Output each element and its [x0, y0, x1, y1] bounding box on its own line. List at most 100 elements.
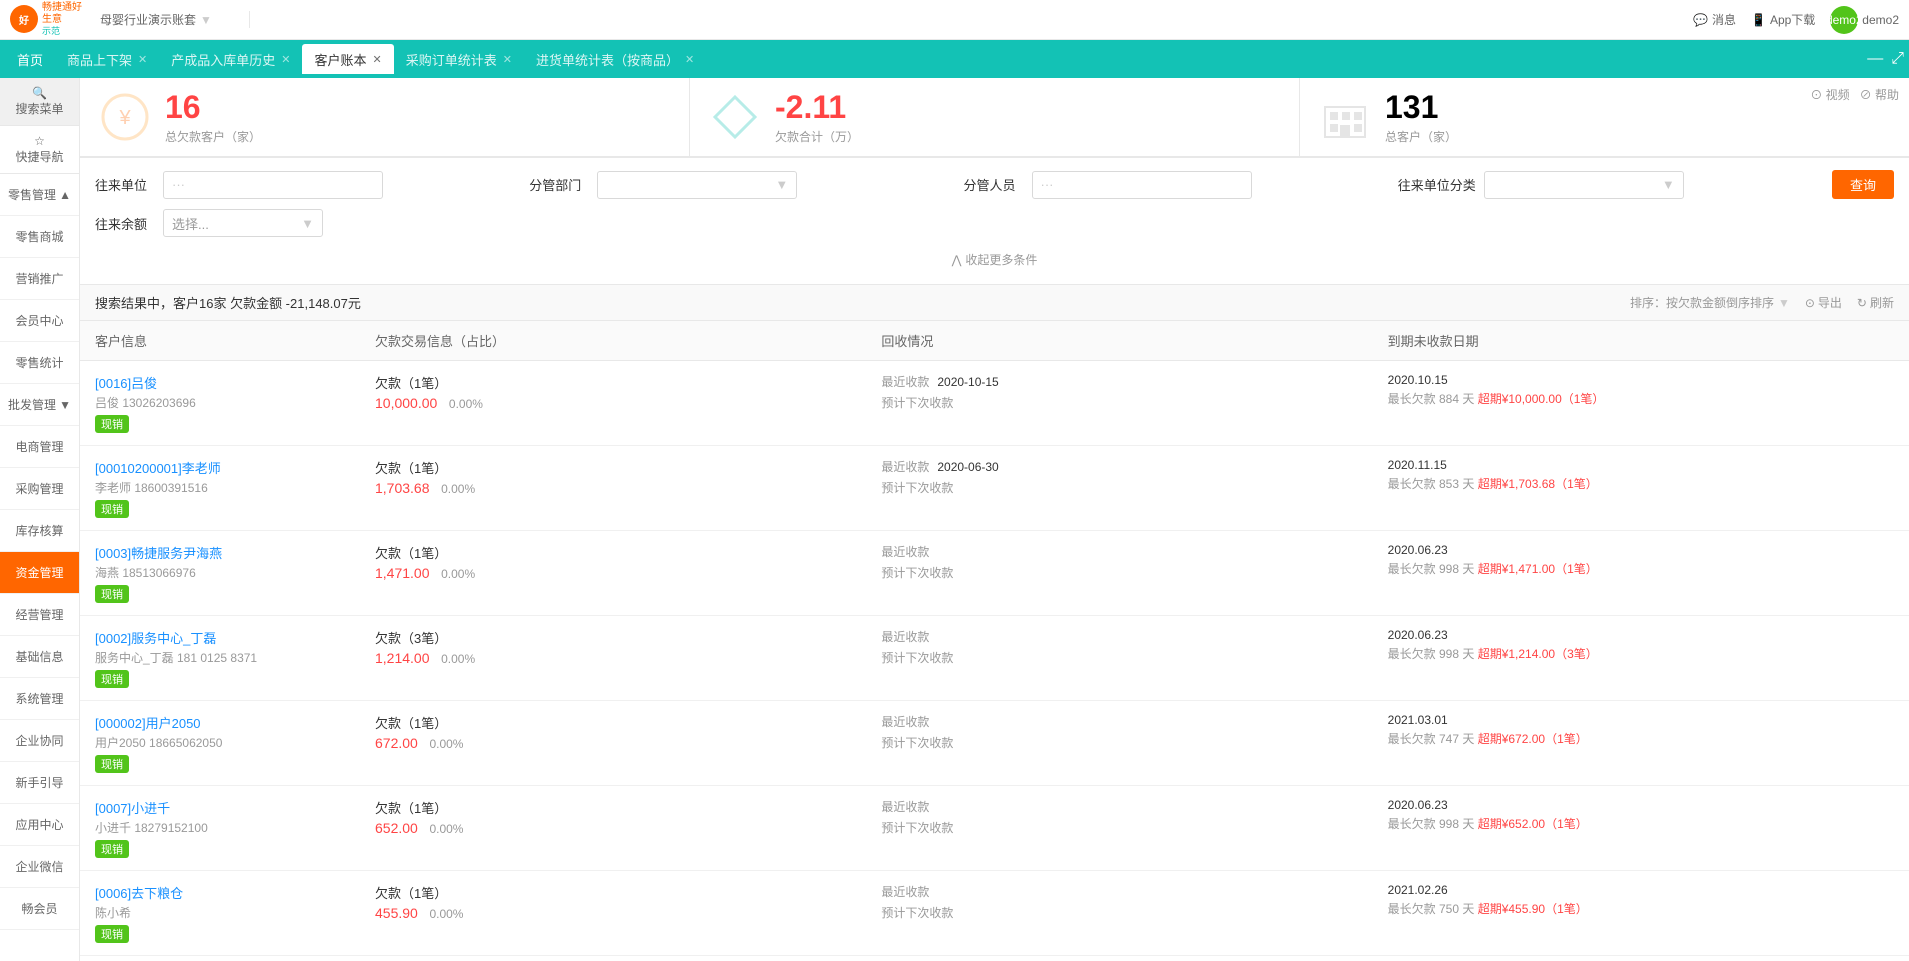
sidebar-item-marketing[interactable]: 营销推广 — [0, 258, 79, 300]
customer-name-link-3[interactable]: [0002]服务中心_丁磊 — [95, 631, 216, 646]
sidebar-item-ops-mgmt[interactable]: 经营管理 — [0, 594, 79, 636]
tab-inventory-stats[interactable]: 进货单统计表（按商品） ✕ — [524, 44, 706, 74]
close-tab-customer-account[interactable]: ✕ — [373, 53, 382, 66]
message-btn[interactable]: 💬 消息 — [1693, 11, 1736, 28]
tab-production[interactable]: 产成品入库单历史 ✕ — [159, 44, 302, 74]
filter-input-department[interactable]: ▼ — [597, 171, 797, 199]
search-menu-btn[interactable]: 🔍 搜索菜单 — [0, 78, 79, 126]
overdue-info-1: 2020.11.15 最长欠款 853 天 超期¥1,703.68（1笔） — [1388, 458, 1894, 492]
overdue-amount-link-3[interactable]: 超期¥1,214.00（3笔） — [1478, 647, 1598, 661]
overdue-amount-link-4[interactable]: 超期¥672.00（1笔） — [1478, 732, 1588, 746]
stats-panel: ¥ 16 总欠款客户（家） -2.11 欠款合计（万） ⊙ 视频 — [80, 78, 1909, 158]
query-button[interactable]: 查询 — [1832, 170, 1894, 199]
customer-name-link-5[interactable]: [0007]小进千 — [95, 801, 170, 816]
sort-selector[interactable]: 排序：按欠款金额倒序排序 ▼ — [1630, 294, 1790, 311]
close-tab-purchase-order[interactable]: ✕ — [503, 53, 512, 66]
tab-products[interactable]: 商品上下架 ✕ — [55, 44, 159, 74]
quick-nav-btn[interactable]: ☆ 快捷导航 — [0, 126, 79, 174]
sidebar-item-retail-mall[interactable]: 零售商城 — [0, 216, 79, 258]
sidebar-item-app-center[interactable]: 应用中心 — [0, 804, 79, 846]
sidebar-item-basic-info[interactable]: 基础信息 — [0, 636, 79, 678]
sidebar: 🔍 搜索菜单 ☆ 快捷导航 零售管理 ▲ 零售商城 营销推广 会员中心 零售统计… — [0, 78, 80, 961]
debt-info-4: 欠款（1笔） 672.00 0.00% — [375, 713, 881, 751]
help-link[interactable]: ⊘ 帮助 — [1860, 86, 1899, 103]
tab-customer-account[interactable]: 客户账本 ✕ — [302, 44, 393, 74]
overdue-amount-link-2[interactable]: 超期¥1,471.00（1笔） — [1478, 562, 1598, 576]
company-selector[interactable]: 母婴行业演示账套 ▼ — [90, 11, 250, 28]
tab-bar-right: — ⤢ — [1867, 50, 1904, 68]
col-header-debt-trans-info: 欠款交易信息（占比） — [375, 331, 881, 350]
debt-amount-6: 455.90 — [375, 905, 418, 921]
sidebar-item-system-mgmt[interactable]: 系统管理 — [0, 678, 79, 720]
sidebar-item-retail-mgmt[interactable]: 零售管理 ▲ — [0, 174, 79, 216]
close-tab-products[interactable]: ✕ — [138, 53, 147, 66]
recovery-info-6: 最近收款 预计下次收款 — [881, 883, 1387, 921]
debt-info-1: 欠款（1笔） 1,703.68 0.00% — [375, 458, 881, 496]
sidebar-item-beginner-guide[interactable]: 新手引导 — [0, 762, 79, 804]
minimize-icon[interactable]: — — [1867, 50, 1883, 68]
debt-info-2: 欠款（1笔） 1,471.00 0.00% — [375, 543, 881, 581]
data-table: 客户信息 欠款交易信息（占比） 回收情况 到期未收款日期 [0016]吕俊 吕俊… — [80, 321, 1909, 961]
customer-name-link-0016[interactable]: [0016]吕俊 — [95, 376, 157, 391]
debt-info-3: 欠款（3笔） 1,214.00 0.00% — [375, 628, 881, 666]
debt-amount-2: 1,471.00 — [375, 565, 430, 581]
debt-count-3: 欠款（3笔） — [375, 628, 881, 647]
stat-number-debt-customers: 16 — [165, 89, 261, 126]
result-actions: 排序：按欠款金额倒序排序 ▼ ⊙ 导出 ↻ 刷新 — [1630, 294, 1894, 311]
filter-manager: 分管人员 ··· — [964, 171, 1383, 199]
contact-2: 海燕 18513066976 — [95, 564, 375, 581]
customer-name-link-6[interactable]: [0006]去下粮仓 — [95, 886, 183, 901]
overdue-amount-link-6[interactable]: 超期¥455.90（1笔） — [1478, 902, 1588, 916]
filter-row-1: 往来单位 ··· 分管部门 ▼ 分管人员 ··· — [95, 170, 1894, 199]
overdue-info-0016: 2020.10.15 最长欠款 884 天 超期¥10,000.00（1笔） — [1388, 373, 1894, 407]
customer-name-link-2[interactable]: [0003]畅捷服务尹海燕 — [95, 546, 222, 561]
chevron-down-icon-cat: ▼ — [1662, 177, 1675, 192]
debt-ratio-3: 0.00% — [441, 652, 475, 666]
sidebar-item-enterprise-wechat[interactable]: 企业微信 — [0, 846, 79, 888]
export-btn[interactable]: ⊙ 导出 — [1805, 294, 1842, 311]
stat-top-right-actions: ⊙ 视频 ⊘ 帮助 — [1810, 86, 1899, 103]
app-download-btn[interactable]: 📱 App下载 — [1751, 11, 1815, 28]
filter-input-manager[interactable]: ··· — [1032, 171, 1252, 199]
customer-name-link-1[interactable]: [00010200001]李老师 — [95, 461, 221, 476]
overdue-date-0016: 2020.10.15 — [1388, 373, 1894, 387]
sidebar-item-batch-mgmt[interactable]: 批发管理 ▼ — [0, 384, 79, 426]
filter-input-source-unit-category[interactable]: ▼ — [1484, 171, 1684, 199]
table-row: [0007]小进千 小进千 18279152100 现销 欠款（1笔） 652.… — [80, 786, 1909, 871]
customer-name-link-4[interactable]: [000002]用户2050 — [95, 716, 201, 731]
sidebar-item-vip-member[interactable]: 畅会员 — [0, 888, 79, 930]
overdue-amount-link-1[interactable]: 超期¥1,703.68（1笔） — [1478, 477, 1598, 491]
overdue-amount-link-0016[interactable]: 超期¥10,000.00（1笔） — [1478, 392, 1605, 406]
debt-info-0016: 欠款（1笔） 10,000.00 0.00% — [375, 373, 881, 411]
tag-2: 现销 — [95, 585, 129, 603]
sidebar-item-capital-mgmt[interactable]: 资金管理 — [0, 552, 79, 594]
main-layout: 🔍 搜索菜单 ☆ 快捷导航 零售管理 ▲ 零售商城 营销推广 会员中心 零售统计… — [0, 78, 1909, 961]
filter-source-balance: 往来余额 选择... ▼ — [95, 209, 1894, 237]
collapse-more-btn[interactable]: ⋀ 收起更多条件 — [95, 247, 1894, 272]
sidebar-item-member-center[interactable]: 会员中心 — [0, 300, 79, 342]
sidebar-item-inventory-check[interactable]: 库存核算 — [0, 510, 79, 552]
video-link[interactable]: ⊙ 视频 — [1810, 86, 1849, 103]
sidebar-item-purchase-mgmt[interactable]: 采购管理 — [0, 468, 79, 510]
close-tab-inventory-stats[interactable]: ✕ — [685, 53, 694, 66]
table-row: [00010200001]李老师 李老师 18600391516 现销 欠款（1… — [80, 446, 1909, 531]
close-tab-production[interactable]: ✕ — [281, 53, 290, 66]
tab-purchase-order[interactable]: 采购订单统计表 ✕ — [394, 44, 524, 74]
sidebar-item-enterprise-coop[interactable]: 企业协同 — [0, 720, 79, 762]
filter-input-source-balance[interactable]: 选择... ▼ — [163, 209, 323, 237]
filter-input-source-unit[interactable]: ··· — [163, 171, 383, 199]
search-icon: 🔍 — [32, 86, 47, 100]
recovery-info-2: 最近收款 预计下次收款 — [881, 543, 1387, 581]
refresh-btn[interactable]: ↻ 刷新 — [1857, 294, 1894, 311]
maximize-icon[interactable]: ⤢ — [1891, 50, 1904, 68]
tab-home[interactable]: 首页 — [5, 44, 55, 74]
user-profile[interactable]: demo2 demo2 — [1830, 6, 1899, 34]
overdue-amount-link-5[interactable]: 超期¥652.00（1笔） — [1478, 817, 1588, 831]
sidebar-item-ecommerce[interactable]: 电商管理 — [0, 426, 79, 468]
tag-1: 现销 — [95, 500, 129, 518]
contact-6: 陈小希 — [95, 904, 375, 921]
chevron-down-icon-balance: ▼ — [301, 216, 314, 231]
avatar: demo2 — [1830, 6, 1858, 34]
debt-ratio-4: 0.00% — [429, 737, 463, 751]
sidebar-item-retail-stats[interactable]: 零售统计 — [0, 342, 79, 384]
